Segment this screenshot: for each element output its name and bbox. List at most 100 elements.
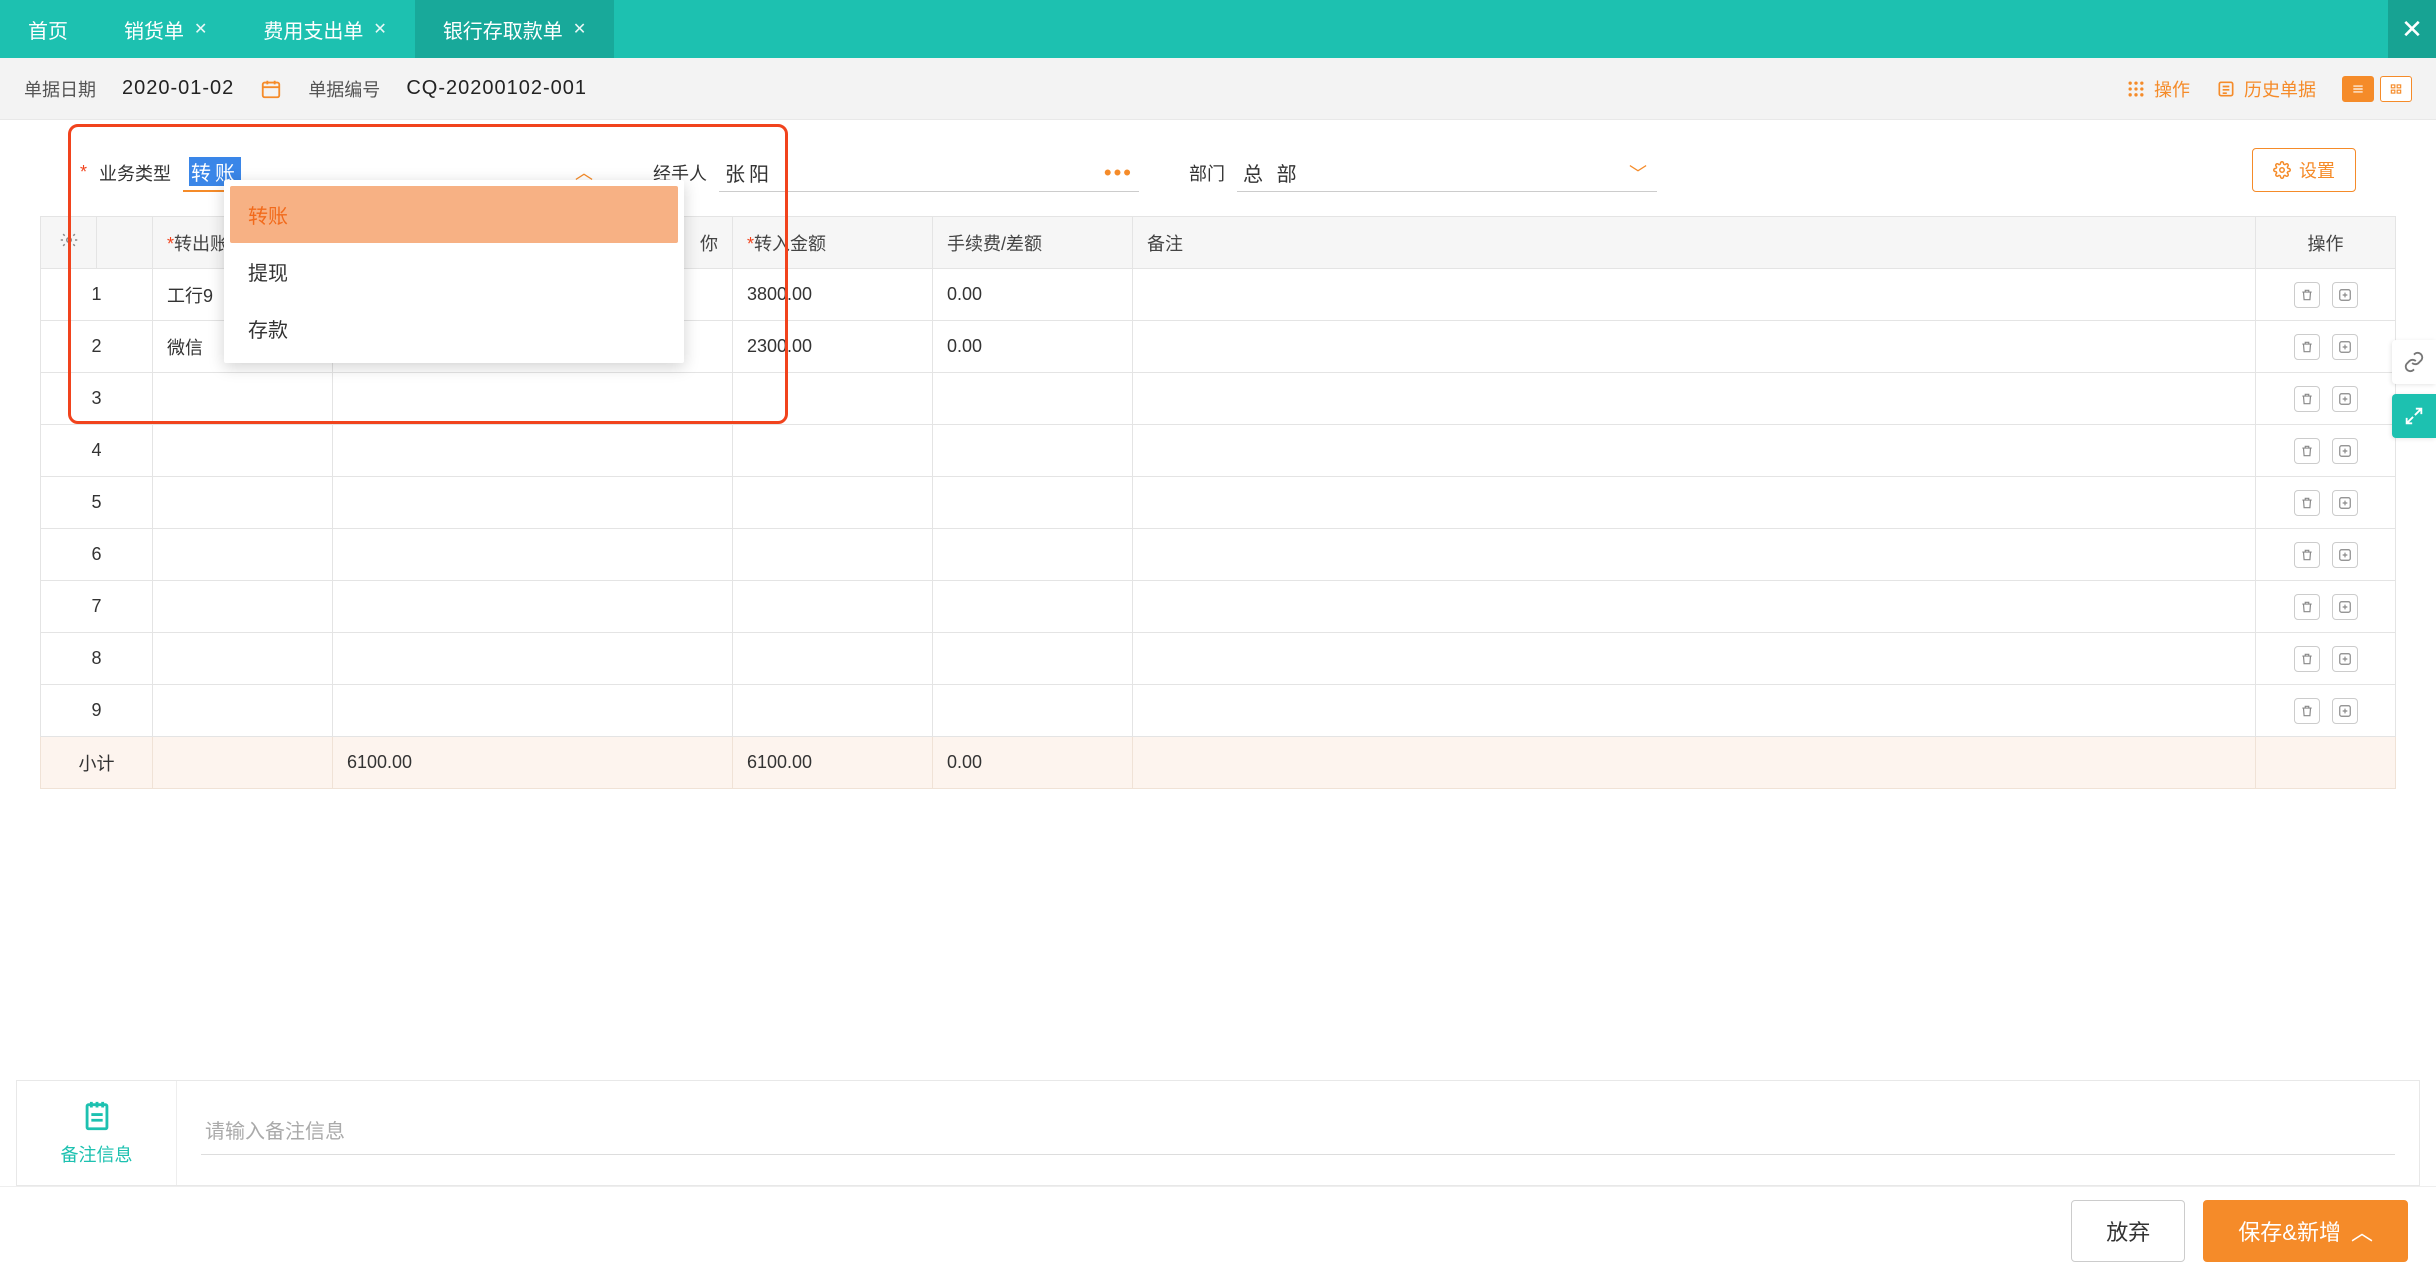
cell-fee[interactable]	[933, 529, 1133, 581]
cell-remark[interactable]	[1133, 373, 2256, 425]
cell-in-amount[interactable]: 2300.00	[733, 321, 933, 373]
cell-fee[interactable]: 0.00	[933, 321, 1133, 373]
delete-row-button[interactable]	[2294, 490, 2320, 516]
delete-row-button[interactable]	[2294, 594, 2320, 620]
cell-remark[interactable]	[1133, 685, 2256, 737]
view-list-button[interactable]	[2342, 76, 2374, 102]
add-row-button[interactable]	[2332, 282, 2358, 308]
add-row-button[interactable]	[2332, 646, 2358, 672]
plus-icon	[2338, 704, 2352, 718]
cell-in-amount[interactable]: 3800.00	[733, 269, 933, 321]
close-icon[interactable]: ✕	[373, 19, 386, 39]
remarks-input[interactable]	[201, 1111, 2395, 1155]
toolbar: 单据日期 2020-01-02 单据编号 CQ-20200102-001 操作 …	[0, 58, 2436, 120]
plus-icon	[2338, 392, 2352, 406]
form-area: * 业务类型 转账 ︿ 经手人 张阳 ••• 部门 总 部 ﹀	[0, 120, 2436, 216]
cell-out-account[interactable]	[153, 633, 333, 685]
trash-icon	[2300, 288, 2314, 302]
required-marker: *	[80, 162, 87, 183]
attachment-button[interactable]	[2392, 340, 2436, 384]
plus-icon	[2338, 652, 2352, 666]
cell-in-amount[interactable]	[733, 581, 933, 633]
cell-in-amount[interactable]	[733, 685, 933, 737]
add-row-button[interactable]	[2332, 698, 2358, 724]
delete-row-button[interactable]	[2294, 438, 2320, 464]
cell-fee[interactable]	[933, 477, 1133, 529]
tab-sales[interactable]: 销货单✕	[96, 0, 235, 58]
cell-in-amount[interactable]	[733, 633, 933, 685]
cell-fee[interactable]	[933, 425, 1133, 477]
cell-remark[interactable]	[1133, 269, 2256, 321]
delete-row-button[interactable]	[2294, 282, 2320, 308]
cell-out-account[interactable]	[153, 685, 333, 737]
row-index: 7	[41, 581, 153, 633]
close-icon[interactable]: ✕	[573, 19, 586, 39]
dropdown-option-transfer[interactable]: 转账	[230, 186, 678, 243]
date-value[interactable]: 2020-01-02	[122, 77, 234, 100]
cell-fee[interactable]: 0.00	[933, 269, 1133, 321]
delete-row-button[interactable]	[2294, 646, 2320, 672]
cell-out-account[interactable]	[153, 477, 333, 529]
delete-row-button[interactable]	[2294, 386, 2320, 412]
tab-expense[interactable]: 费用支出单 ✕	[235, 0, 414, 58]
delete-row-button[interactable]	[2294, 542, 2320, 568]
add-row-button[interactable]	[2332, 490, 2358, 516]
add-row-button[interactable]	[2332, 334, 2358, 360]
view-card-button[interactable]	[2380, 76, 2412, 102]
dropdown-option-deposit[interactable]: 存款	[230, 300, 678, 357]
history-button[interactable]: 历史单据	[2216, 76, 2316, 102]
add-row-button[interactable]	[2332, 386, 2358, 412]
cell-fee[interactable]	[933, 373, 1133, 425]
cell-out-amount[interactable]	[333, 477, 733, 529]
cell-remark[interactable]	[1133, 477, 2256, 529]
close-icon[interactable]: ✕	[194, 19, 207, 39]
cell-out-amount[interactable]	[333, 425, 733, 477]
ops-menu-button[interactable]: 操作	[2126, 76, 2190, 102]
handler-select[interactable]: 张阳 •••	[719, 154, 1139, 192]
settings-button[interactable]: 设置	[2252, 148, 2356, 192]
cell-out-account[interactable]	[153, 581, 333, 633]
dept-select[interactable]: 总 部 ﹀	[1237, 154, 1657, 192]
cell-out-amount[interactable]	[333, 529, 733, 581]
add-row-button[interactable]	[2332, 594, 2358, 620]
cell-fee[interactable]	[933, 685, 1133, 737]
table-row: 5	[41, 477, 2396, 529]
cell-fee[interactable]	[933, 633, 1133, 685]
add-row-button[interactable]	[2332, 542, 2358, 568]
cell-remark[interactable]	[1133, 425, 2256, 477]
close-panel-button[interactable]: ✕	[2388, 0, 2436, 58]
cell-in-amount[interactable]	[733, 529, 933, 581]
cell-remark[interactable]	[1133, 581, 2256, 633]
cell-remark[interactable]	[1133, 321, 2256, 373]
add-row-button[interactable]	[2332, 438, 2358, 464]
cell-out-amount[interactable]	[333, 633, 733, 685]
fullscreen-button[interactable]	[2392, 394, 2436, 438]
cell-in-amount[interactable]	[733, 373, 933, 425]
row-index: 6	[41, 529, 153, 581]
save-label: 保存&新增	[2238, 1215, 2341, 1247]
tab-expense-label: 费用支出单	[263, 15, 363, 44]
dropdown-option-withdraw[interactable]: 提现	[230, 243, 678, 300]
delete-row-button[interactable]	[2294, 698, 2320, 724]
cell-remark[interactable]	[1133, 633, 2256, 685]
table-row: 8	[41, 633, 2396, 685]
cell-out-amount[interactable]	[333, 581, 733, 633]
cell-remark[interactable]	[1133, 529, 2256, 581]
save-and-new-button[interactable]: 保存&新增 ︿	[2203, 1200, 2408, 1262]
cell-out-amount[interactable]	[333, 373, 733, 425]
delete-row-button[interactable]	[2294, 334, 2320, 360]
cell-out-account[interactable]	[153, 373, 333, 425]
column-config-button[interactable]	[41, 217, 97, 269]
docno-label: 单据编号	[308, 76, 380, 102]
trash-icon	[2300, 340, 2314, 354]
cell-out-account[interactable]	[153, 425, 333, 477]
calendar-icon[interactable]	[260, 78, 282, 100]
tab-home[interactable]: 首页	[0, 0, 96, 58]
cancel-button[interactable]: 放弃	[2071, 1200, 2185, 1262]
tab-bank[interactable]: 银行存取款单✕	[415, 0, 614, 58]
cell-fee[interactable]	[933, 581, 1133, 633]
cell-in-amount[interactable]	[733, 425, 933, 477]
cell-in-amount[interactable]	[733, 477, 933, 529]
cell-out-account[interactable]	[153, 529, 333, 581]
cell-out-amount[interactable]	[333, 685, 733, 737]
